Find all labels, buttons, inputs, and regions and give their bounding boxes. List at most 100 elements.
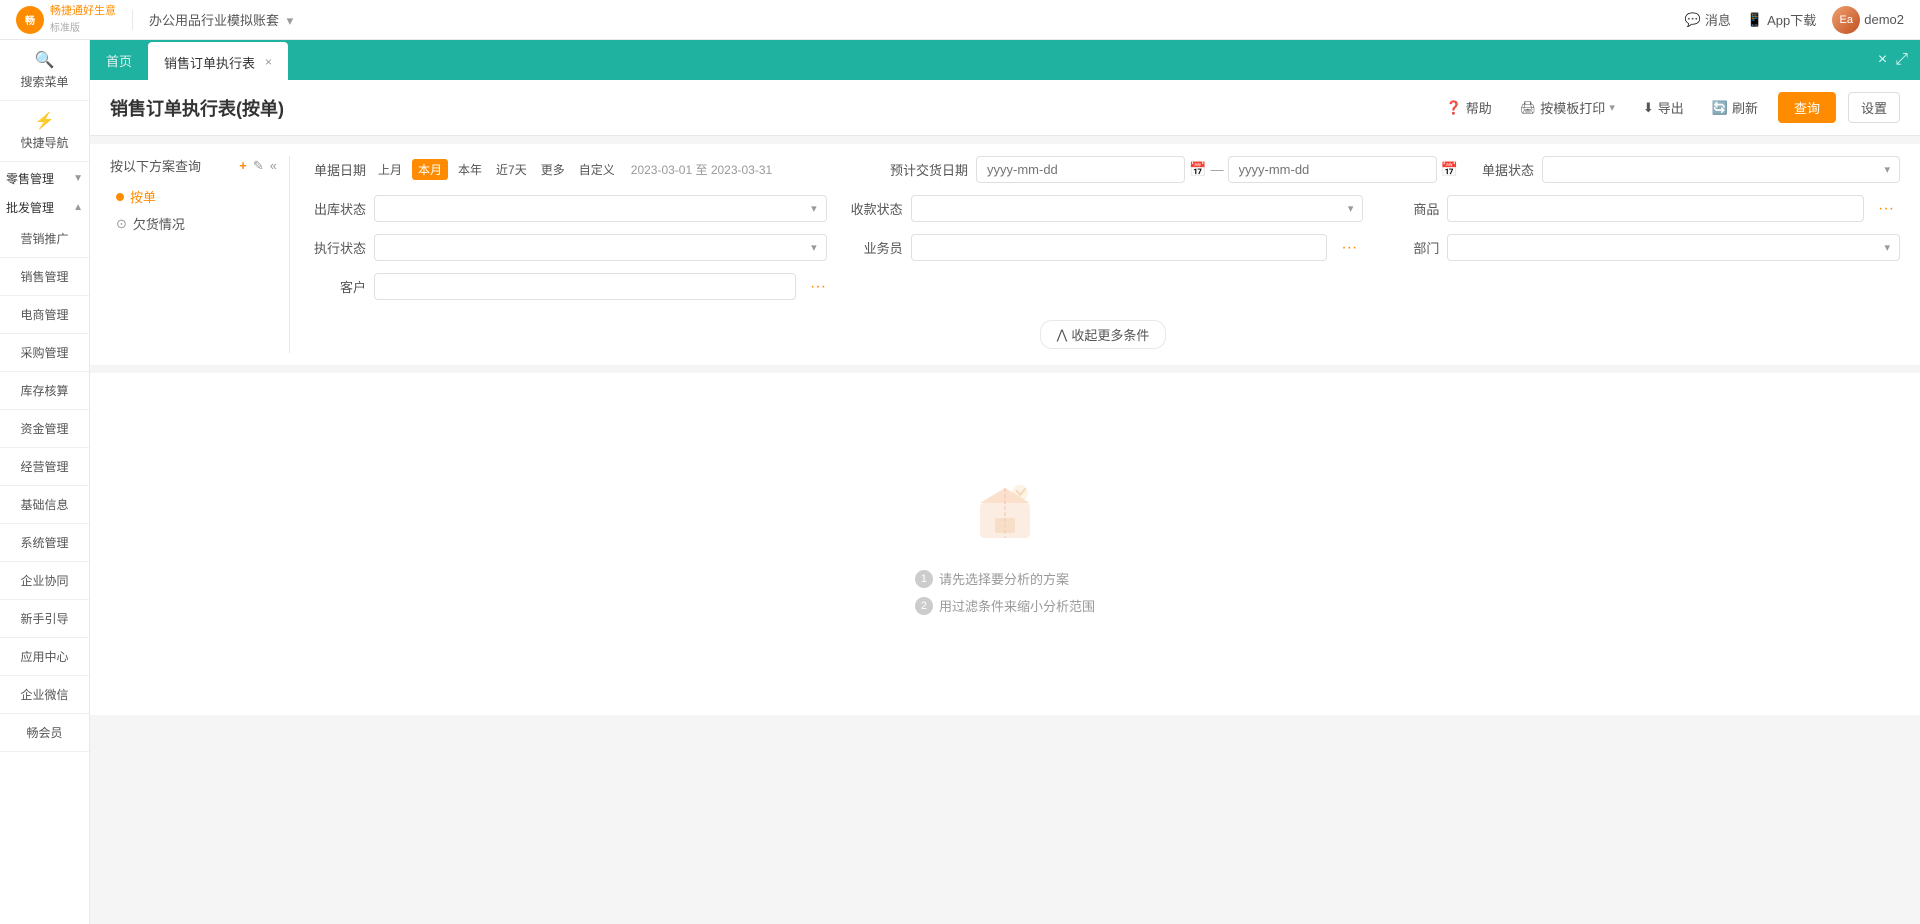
filter-form: 单据日期 上月 本月 本年 近7天 更多 自定义 2023-03-01 至 20… <box>290 156 1900 353</box>
sidebar-item-search[interactable]: 🔍 搜索菜单 <box>0 40 89 101</box>
sidebar-item-member[interactable]: 畅会员 <box>0 714 89 752</box>
app-title-dropdown-btn[interactable]: ▾ <box>287 13 294 28</box>
date-custom-btn[interactable]: 自定义 <box>575 159 619 180</box>
empty-hint-1: 1 请先选择要分析的方案 <box>915 569 1095 588</box>
sidebar-item-appstore[interactable]: 应用中心 <box>0 638 89 676</box>
filter-row-3: 执行状态 ▾ 业务员 <box>306 234 1900 261</box>
app-download-action[interactable]: 📱 App下载 <box>1747 10 1816 29</box>
exec-status-select[interactable] <box>374 234 827 261</box>
edit-scheme-btn[interactable]: ✎ <box>253 158 264 174</box>
print-dropdown-icon: ▾ <box>1609 101 1615 114</box>
avatar: Ea <box>1832 6 1860 34</box>
salesman-more-btn[interactable]: ··· <box>1335 239 1363 257</box>
calendar-end-icon[interactable]: 📅 <box>1441 161 1458 178</box>
sidebar-item-cooperation[interactable]: 企业协同 <box>0 562 89 600</box>
sidebar-item-newbie[interactable]: 新手引导 <box>0 600 89 638</box>
status-select-wrap: ▾ <box>1542 156 1900 183</box>
sidebar-item-retail[interactable]: 零售管理 <box>0 162 89 191</box>
help-btn[interactable]: ❓ 帮助 <box>1438 94 1500 121</box>
sidebar-item-sales[interactable]: 销售管理 <box>0 258 89 296</box>
message-action[interactable]: 💬 消息 <box>1685 10 1731 29</box>
query-btn[interactable]: 查询 <box>1778 92 1836 123</box>
scheme-icon-secondary: ⊙ <box>116 216 127 232</box>
tab-home[interactable]: 首页 <box>90 40 148 80</box>
status-select[interactable] <box>1542 156 1900 183</box>
sidebar-item-system[interactable]: 系统管理 <box>0 524 89 562</box>
scheme-item-按单[interactable]: 按单 <box>110 183 277 210</box>
dept-field: 部门 ▾ <box>1379 234 1900 261</box>
sidebar-item-operation[interactable]: 经营管理 <box>0 448 89 486</box>
print-icon: 🖨 <box>1520 100 1537 116</box>
close-window-btn[interactable]: × <box>1878 51 1887 69</box>
customer-more-btn[interactable]: ··· <box>804 278 832 296</box>
date-field: 单据日期 上月 本月 本年 近7天 更多 自定义 2023-03-01 至 20… <box>306 159 874 180</box>
date-quick-buttons: 上月 本月 本年 近7天 更多 自定义 <box>374 159 619 180</box>
filter-sidebar-actions: + ✎ « <box>239 158 277 174</box>
settings-btn[interactable]: 设置 <box>1848 92 1900 123</box>
sidebar-item-basic[interactable]: 基础信息 <box>0 486 89 524</box>
logo-subtitle: 标准版 <box>50 19 116 34</box>
empty-area: 1 请先选择要分析的方案 2 用过滤条件来缩小分析范围 <box>90 373 1920 715</box>
expected-date-start[interactable] <box>976 156 1185 183</box>
tab-close-btn[interactable]: × <box>265 55 272 69</box>
scheme-item-欠货情况[interactable]: ⊙ 欠货情况 <box>110 210 277 237</box>
sidebar-item-wholesale[interactable]: 批发管理 <box>0 191 89 220</box>
date-range-inputs: 📅 — 📅 <box>976 156 1458 183</box>
page-content: 销售订单执行表(按单) ❓ 帮助 🖨 按模板打印 ▾ ⬇ 导出 <box>90 80 1920 924</box>
date-this-month-btn[interactable]: 本月 <box>412 159 448 180</box>
status-label: 单据状态 <box>1474 160 1534 179</box>
date-last7-btn[interactable]: 近7天 <box>492 159 531 180</box>
sidebar-item-purchase[interactable]: 采购管理 <box>0 334 89 372</box>
exec-status-label: 执行状态 <box>306 238 366 257</box>
filter-panel-inner: 按以下方案查询 + ✎ « 按单 ⊙ <box>110 156 1900 353</box>
date-more-btn[interactable]: 更多 <box>537 159 569 180</box>
tab-active[interactable]: 销售订单执行表 × <box>148 42 288 82</box>
date-this-year-btn[interactable]: 本年 <box>454 159 486 180</box>
salesman-input[interactable] <box>911 234 1328 261</box>
top-header: 畅 畅捷通好生意 标准版 办公用品行业模拟账套 ▾ 💬 消息 📱 App下载 E… <box>0 0 1920 40</box>
dept-label: 部门 <box>1379 238 1439 257</box>
receipt-status-select[interactable] <box>911 195 1364 222</box>
hint-num-1: 1 <box>915 570 933 588</box>
filter-row-2: 出库状态 ▾ 收款状态 <box>306 195 1900 222</box>
sidebar-item-wechat[interactable]: 企业微信 <box>0 676 89 714</box>
message-icon: 💬 <box>1685 12 1701 28</box>
sidebar-item-finance[interactable]: 资金管理 <box>0 410 89 448</box>
sidebar-item-ecommerce[interactable]: 电商管理 <box>0 296 89 334</box>
tab-bar-actions: × ⤢ <box>1878 51 1920 69</box>
expected-date-field: 预计交货日期 📅 — 📅 <box>890 156 1458 183</box>
empty-hint-2: 2 用过滤条件来缩小分析范围 <box>915 596 1095 615</box>
goods-input[interactable] <box>1447 195 1864 222</box>
user-profile[interactable]: Ea demo2 <box>1832 6 1904 34</box>
expected-date-end[interactable] <box>1228 156 1437 183</box>
date-dash: — <box>1211 162 1224 177</box>
header-left: 畅 畅捷通好生意 标准版 办公用品行业模拟账套 ▾ <box>16 5 293 33</box>
date-prev-month-btn[interactable]: 上月 <box>374 159 406 180</box>
collapse-sidebar-btn[interactable]: « <box>270 158 277 174</box>
print-btn[interactable]: 🖨 按模板打印 ▾ <box>1512 94 1623 121</box>
export-btn[interactable]: ⬇ 导出 <box>1635 94 1692 121</box>
expected-date-label: 预计交货日期 <box>890 160 968 179</box>
sidebar-item-quicknav[interactable]: ⚡ 快捷导航 <box>0 101 89 162</box>
header-right: 💬 消息 📱 App下载 Ea demo2 <box>1685 6 1904 34</box>
sidebar-item-inventory[interactable]: 库存核算 <box>0 372 89 410</box>
calendar-start-icon[interactable]: 📅 <box>1189 161 1206 178</box>
help-icon: ❓ <box>1446 100 1462 116</box>
add-scheme-btn[interactable]: + <box>239 158 247 174</box>
goods-label: 商品 <box>1379 199 1439 218</box>
collapse-btn[interactable]: ⋀ 收起更多条件 <box>1040 320 1167 349</box>
goods-more-btn[interactable]: ··· <box>1872 200 1900 218</box>
sidebar-item-marketing[interactable]: 营销推广 <box>0 220 89 258</box>
logo-text: 畅捷通好生意 <box>50 5 116 18</box>
dept-select[interactable] <box>1447 234 1900 261</box>
filter-row-4: 客户 ··· <box>306 273 1900 300</box>
out-status-label: 出库状态 <box>306 199 366 218</box>
refresh-btn[interactable]: 🔄 刷新 <box>1704 94 1766 121</box>
collapse-row: ⋀ 收起更多条件 <box>306 312 1900 353</box>
empty-state: 1 请先选择要分析的方案 2 用过滤条件来缩小分析范围 <box>90 413 1920 675</box>
exec-status-field: 执行状态 ▾ <box>306 234 827 261</box>
expand-window-btn[interactable]: ⤢ <box>1895 51 1908 69</box>
tab-bar: 首页 销售订单执行表 × × ⤢ <box>90 40 1920 80</box>
out-status-select[interactable] <box>374 195 827 222</box>
customer-input[interactable] <box>374 273 796 300</box>
